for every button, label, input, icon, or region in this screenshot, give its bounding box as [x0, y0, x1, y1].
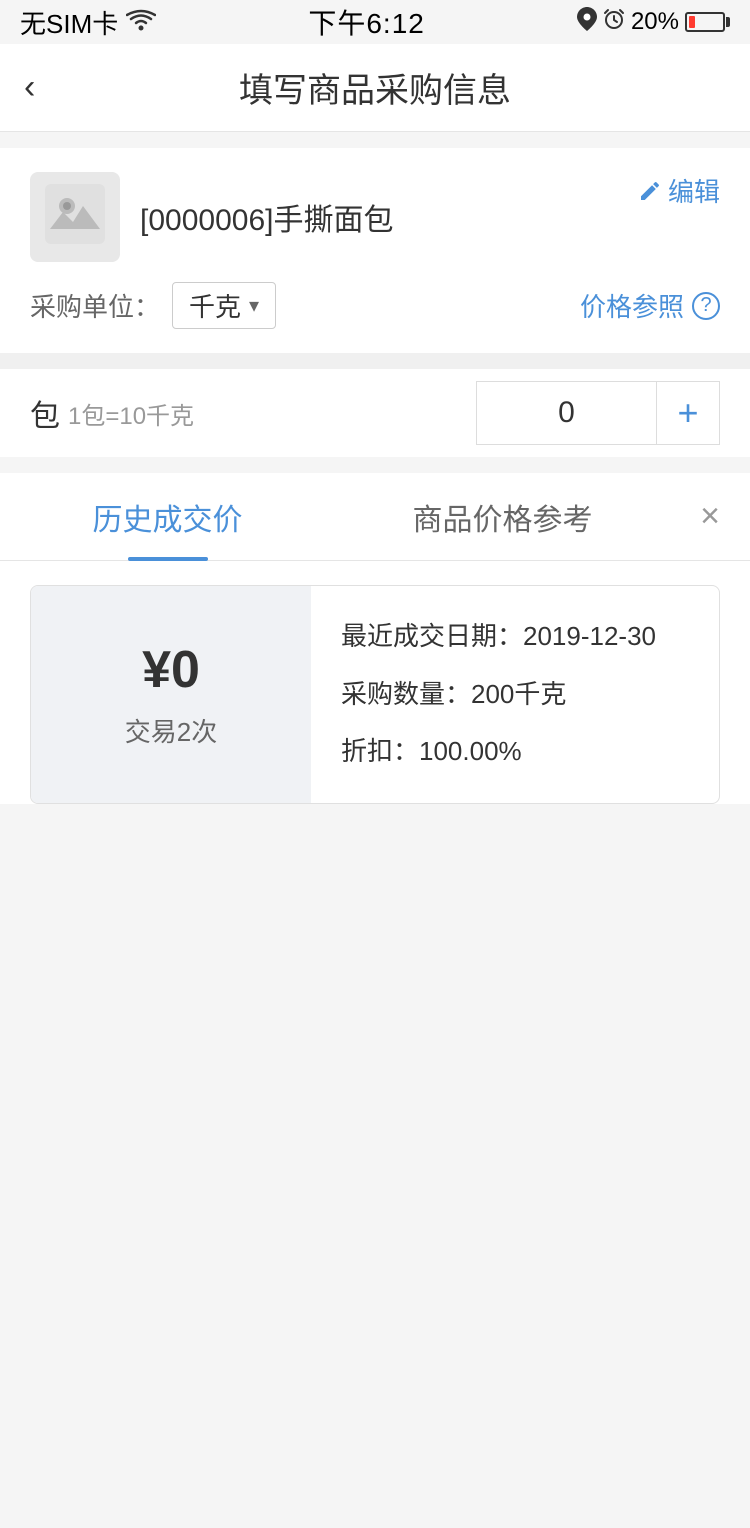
history-price-value: ¥0 [142, 640, 200, 700]
tab-active-indicator [128, 557, 208, 561]
alarm-icon [603, 8, 625, 37]
tab-price-reference[interactable]: 商品价格参考 [335, 473, 670, 561]
product-unit-row: 采购单位： 千克 ▾ 价格参照 ? [30, 282, 720, 329]
battery-icon [685, 12, 730, 32]
quantity-section: 包 1包=10千克 0 + [0, 369, 750, 457]
page-title: 填写商品采购信息 [239, 63, 511, 112]
product-name: [0000006]手撕面包 [140, 195, 393, 239]
nav-bar: ‹ 填写商品采购信息 [0, 44, 750, 132]
purchase-quantity-row: 采购数量：200千克 [341, 674, 689, 716]
recent-date-row: 最近成交日期：2019-12-30 [341, 616, 689, 658]
tabs-header: 历史成交价 商品价格参考 × [0, 473, 750, 561]
status-time: 下午6:12 [308, 2, 425, 42]
discount-value: 100.00% [419, 736, 522, 766]
product-info: [0000006]手撕面包 [30, 172, 393, 262]
back-button[interactable]: ‹ [24, 68, 35, 107]
product-section: [0000006]手撕面包 编辑 采购单位： 千克 ▾ 价格参照 ? [0, 148, 750, 353]
price-ref-info-icon: ? [692, 292, 720, 320]
unit-selector-group: 采购单位： 千克 ▾ [30, 282, 276, 329]
price-reference-button[interactable]: 价格参照 ? [580, 287, 720, 324]
purchase-quantity-value: 200千克 [471, 679, 566, 709]
edit-button[interactable]: 编辑 [638, 172, 720, 209]
battery-percent: 20% [631, 8, 679, 36]
edit-label: 编辑 [668, 172, 720, 209]
history-trades-count: 交易2次 [125, 712, 217, 749]
quantity-unit-info: 包 1包=10千克 [30, 391, 194, 435]
quantity-controls: 0 + [476, 381, 720, 445]
status-right: 20% [577, 7, 730, 38]
product-image-placeholder [45, 184, 105, 251]
tab-price-ref-label: 商品价格参考 [413, 495, 593, 539]
unit-conversion: 1包=10千克 [68, 396, 194, 431]
status-left: 无SIM卡 [20, 4, 156, 41]
status-bar: 无SIM卡 下午6:12 20% [0, 0, 750, 44]
unit-value: 千克 [189, 287, 241, 324]
unit-label: 采购单位： [30, 287, 160, 324]
unit-name: 包 [30, 391, 60, 435]
price-ref-label: 价格参照 [580, 287, 684, 324]
recent-date-value: 2019-12-30 [523, 621, 656, 651]
section-divider [0, 353, 750, 369]
price-amount: 0 [171, 641, 200, 699]
wifi-icon [126, 7, 156, 38]
tab-close-button[interactable]: × [670, 473, 750, 561]
location-icon [577, 7, 597, 38]
currency-symbol: ¥ [142, 641, 171, 699]
discount-label: 折扣： [341, 736, 419, 766]
quantity-value: 0 [558, 396, 575, 430]
tab-history-price[interactable]: 历史成交价 [0, 473, 335, 561]
main-background [0, 828, 750, 1528]
product-header: [0000006]手撕面包 编辑 [30, 172, 720, 262]
history-card: ¥0 交易2次 最近成交日期：2019-12-30 采购数量：200千克 折扣：… [30, 585, 720, 804]
purchase-quantity-label: 采购数量： [341, 679, 471, 709]
chevron-down-icon: ▾ [249, 293, 259, 318]
unit-dropdown[interactable]: 千克 ▾ [172, 282, 276, 329]
quantity-plus-button[interactable]: + [656, 381, 720, 445]
tab-history-label: 历史成交价 [93, 495, 243, 539]
carrier-label: 无SIM卡 [20, 4, 118, 41]
history-price-panel: ¥0 交易2次 [31, 586, 311, 803]
recent-date-label: 最近成交日期： [341, 621, 523, 651]
discount-row: 折扣：100.00% [341, 731, 689, 773]
product-image [30, 172, 120, 262]
tabs-section: 历史成交价 商品价格参考 × ¥0 交易2次 最近成交日期：2019-12-30… [0, 473, 750, 804]
quantity-input[interactable]: 0 [476, 381, 656, 445]
history-detail-panel: 最近成交日期：2019-12-30 采购数量：200千克 折扣：100.00% [311, 586, 719, 803]
